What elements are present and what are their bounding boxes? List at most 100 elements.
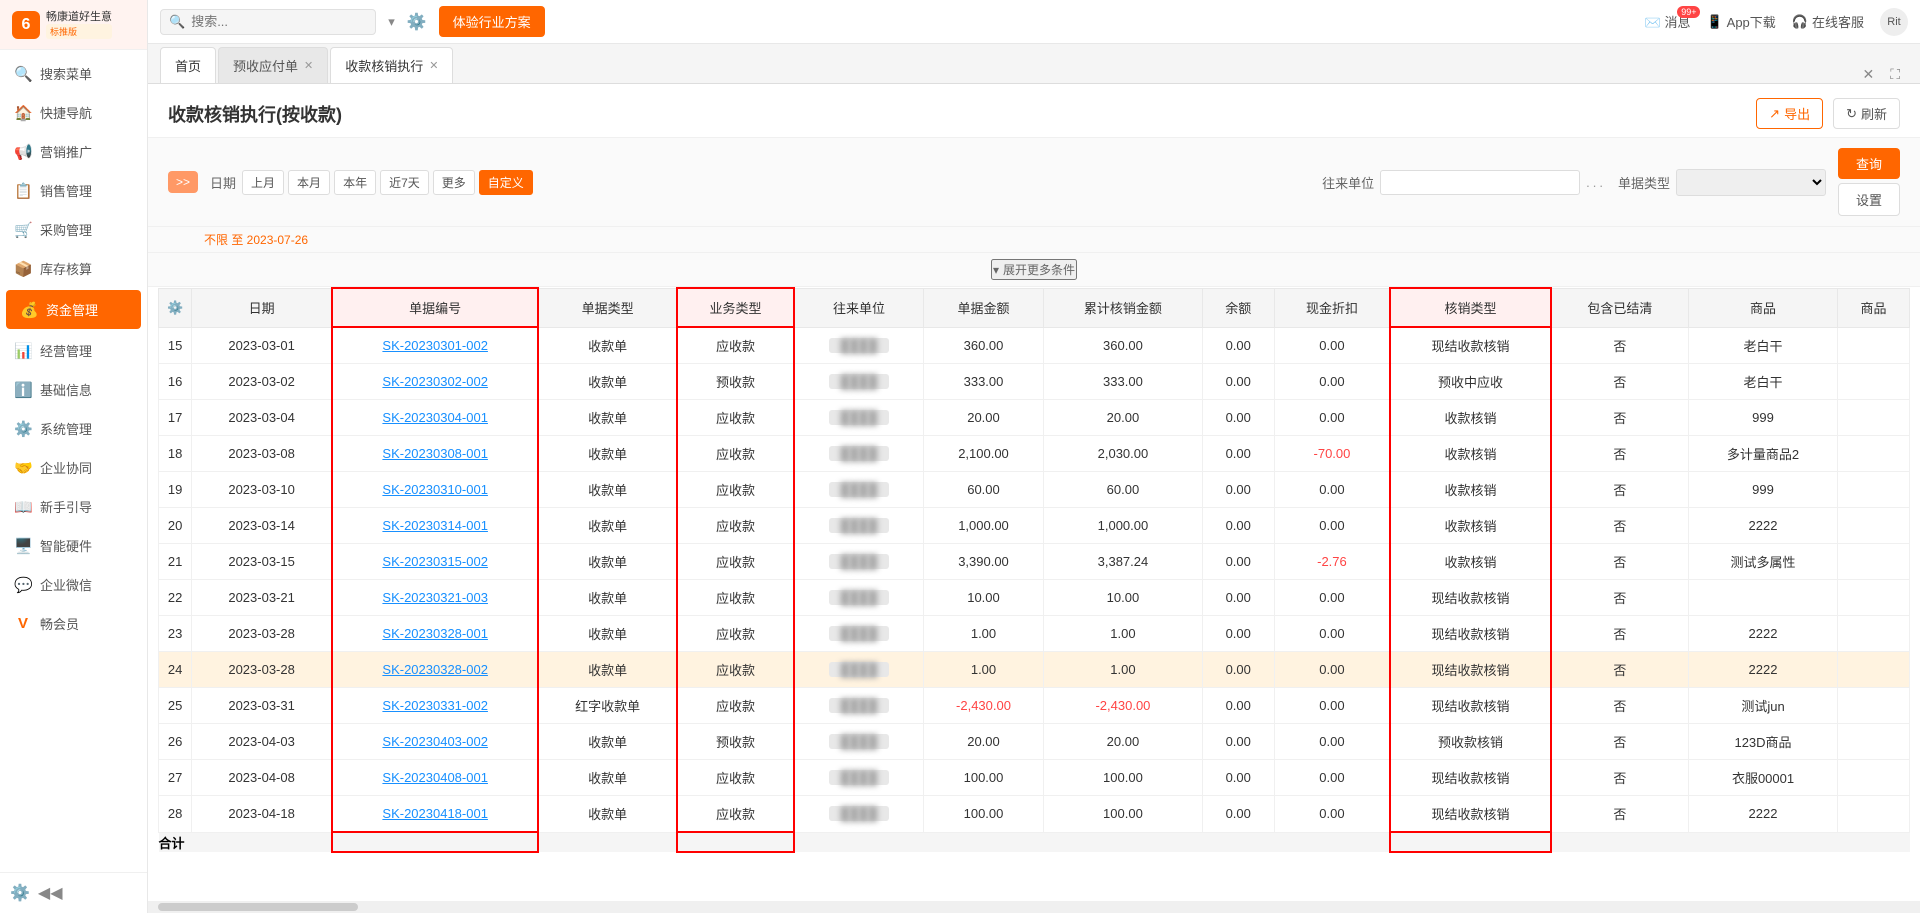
- cell-discount: -2.76: [1274, 544, 1390, 580]
- setting-button[interactable]: 设置: [1838, 183, 1900, 216]
- sidebar-item-guide[interactable]: 📖 新手引导: [0, 487, 147, 526]
- sidebar-item-inventory[interactable]: 📦 库存核算: [0, 249, 147, 288]
- cell-included: 否: [1551, 364, 1689, 400]
- sidebar-item-basic[interactable]: ℹ️ 基础信息: [0, 370, 147, 409]
- sidebar-item-purchase[interactable]: 🛒 采购管理: [0, 210, 147, 249]
- cell-writeofftype: 收款核销: [1390, 508, 1550, 544]
- filter-this-month[interactable]: 本月: [288, 170, 330, 195]
- cell-product1: 测试jun: [1688, 688, 1837, 724]
- doc-no-link[interactable]: SK-20230328-002: [382, 662, 488, 677]
- cell-product1: 2222: [1688, 796, 1837, 833]
- doc-no-link[interactable]: SK-20230314-001: [382, 518, 488, 533]
- tab-writeoff[interactable]: 收款核销执行 ✕: [330, 47, 453, 83]
- topbar-chevron-icon[interactable]: ▾: [388, 14, 395, 30]
- partner-value: ████: [829, 518, 889, 533]
- doc-no-link[interactable]: SK-20230304-001: [382, 410, 488, 425]
- cell-biztype: 应收款: [677, 616, 794, 652]
- sidebar-item-member[interactable]: V 畅会员: [0, 604, 147, 643]
- cell-docno: SK-20230304-001: [332, 400, 538, 436]
- cell-docno: SK-20230418-001: [332, 796, 538, 833]
- filter-partner-input[interactable]: [1380, 170, 1580, 195]
- cell-doctype: 收款单: [538, 472, 677, 508]
- cell-partner: ████: [794, 796, 923, 833]
- sidebar-item-hardware[interactable]: 🖥️ 智能硬件: [0, 526, 147, 565]
- sidebar-item-finance[interactable]: 💰 资金管理: [6, 290, 141, 329]
- tab-home[interactable]: 首页: [160, 47, 216, 83]
- cell-date: 2023-03-21: [192, 580, 332, 616]
- online-service-button[interactable]: 🎧 在线客服: [1792, 12, 1864, 31]
- doc-no-link[interactable]: SK-20230321-003: [382, 590, 488, 605]
- sidebar-item-wechat[interactable]: 💬 企业微信: [0, 565, 147, 604]
- table-row: 22 2023-03-21 SK-20230321-003 收款单 应收款 ██…: [159, 580, 1910, 616]
- cell-product1: 999: [1688, 472, 1837, 508]
- cell-partner: ████: [794, 508, 923, 544]
- topbar-gear-icon[interactable]: ⚙️: [407, 12, 427, 32]
- collapse-icon[interactable]: ◀◀: [38, 883, 63, 903]
- doc-no-link[interactable]: SK-20230403-002: [382, 734, 488, 749]
- sidebar-item-system[interactable]: ⚙️ 系统管理: [0, 409, 147, 448]
- doc-no-link[interactable]: SK-20230328-001: [382, 626, 488, 641]
- doc-no-link[interactable]: SK-20230408-001: [382, 770, 488, 785]
- query-button[interactable]: 查询: [1838, 148, 1900, 179]
- filter-last-month[interactable]: 上月: [242, 170, 284, 195]
- cell-biztype: 应收款: [677, 400, 794, 436]
- cell-writeoff: 1,000.00: [1044, 508, 1203, 544]
- cell-docno: SK-20230403-002: [332, 724, 538, 760]
- doc-no-link[interactable]: SK-20230315-002: [382, 554, 488, 569]
- cell-biztype: 应收款: [677, 796, 794, 833]
- solution-button[interactable]: 体验行业方案: [439, 6, 545, 37]
- topbar-search-input[interactable]: [191, 14, 367, 29]
- doc-no-link[interactable]: SK-20230331-002: [382, 698, 488, 713]
- settings-icon[interactable]: ⚙️: [10, 883, 30, 903]
- user-avatar-area[interactable]: Rit: [1880, 8, 1908, 36]
- doc-no-link[interactable]: SK-20230302-002: [382, 374, 488, 389]
- sidebar-item-marketing[interactable]: 📢 营销推广: [0, 132, 147, 171]
- message-button[interactable]: ✉️ 消息 99+: [1645, 12, 1691, 31]
- refresh-icon: ↻: [1846, 106, 1857, 122]
- tab-writeoff-close-icon[interactable]: ✕: [429, 59, 438, 72]
- sidebar-item-search[interactable]: 🔍 搜索菜单: [0, 54, 147, 93]
- sidebar: 6 畅康道好生意 标推版 🔍 搜索菜单 🏠 快捷导航 📢 营销推广 📋 销售管理…: [0, 0, 148, 913]
- cell-biztype: 应收款: [677, 652, 794, 688]
- filter-expand-button[interactable]: >>: [168, 171, 198, 193]
- sidebar-item-shortcut[interactable]: 🏠 快捷导航: [0, 93, 147, 132]
- expand-more-button[interactable]: ▾ 展开更多条件: [991, 259, 1077, 280]
- cell-date: 2023-04-18: [192, 796, 332, 833]
- partner-value: ████: [829, 806, 889, 821]
- refresh-button[interactable]: ↻ 刷新: [1833, 98, 1900, 129]
- doc-no-link[interactable]: SK-20230418-001: [382, 806, 488, 821]
- date-range-display: 不限 至 2023-07-26: [148, 227, 1920, 253]
- col-settings[interactable]: ⚙️: [159, 288, 192, 327]
- cell-partner: ████: [794, 688, 923, 724]
- app-download-button[interactable]: 📱 App下载: [1706, 12, 1775, 31]
- sidebar-item-enterprise[interactable]: 🤝 企业协同: [0, 448, 147, 487]
- tab-expand-icon[interactable]: ⛶: [1882, 66, 1908, 83]
- sidebar-item-sales[interactable]: 📋 销售管理: [0, 171, 147, 210]
- tab-prepay[interactable]: 预收应付单 ✕: [218, 47, 328, 83]
- cell-doctype: 收款单: [538, 724, 677, 760]
- sidebar-label-enterprise: 企业协同: [40, 458, 92, 477]
- total-doctype: [538, 832, 677, 852]
- scrollbar-thumb[interactable]: [158, 903, 358, 911]
- filter-vouchertype-select[interactable]: 收款单 红字收款单: [1676, 169, 1826, 196]
- horizontal-scrollbar[interactable]: [148, 901, 1920, 913]
- tab-close-window-icon[interactable]: ✕: [1854, 66, 1882, 83]
- cell-date: 2023-03-15: [192, 544, 332, 580]
- doc-no-link[interactable]: SK-20230308-001: [382, 446, 488, 461]
- total-writeoff: [1044, 832, 1203, 852]
- topbar-search-icon: 🔍: [169, 14, 185, 30]
- doc-no-link[interactable]: SK-20230310-001: [382, 482, 488, 497]
- tab-prepay-close-icon[interactable]: ✕: [304, 59, 313, 72]
- cell-writeofftype: 现结收款核销: [1390, 580, 1550, 616]
- export-button[interactable]: ↗ 导出: [1756, 98, 1823, 129]
- filter-this-year[interactable]: 本年: [334, 170, 376, 195]
- sidebar-item-operation[interactable]: 📊 经营管理: [0, 331, 147, 370]
- sidebar-label-hardware: 智能硬件: [40, 536, 92, 555]
- doc-no-link[interactable]: SK-20230301-002: [382, 338, 488, 353]
- filter-custom-date[interactable]: 自定义: [479, 170, 533, 195]
- filter-more-date[interactable]: 更多: [433, 170, 475, 195]
- cell-writeofftype: 现结收款核销: [1390, 327, 1550, 364]
- cell-docno: SK-20230315-002: [332, 544, 538, 580]
- cell-partner: ████: [794, 327, 923, 364]
- filter-last-7days[interactable]: 近7天: [380, 170, 429, 195]
